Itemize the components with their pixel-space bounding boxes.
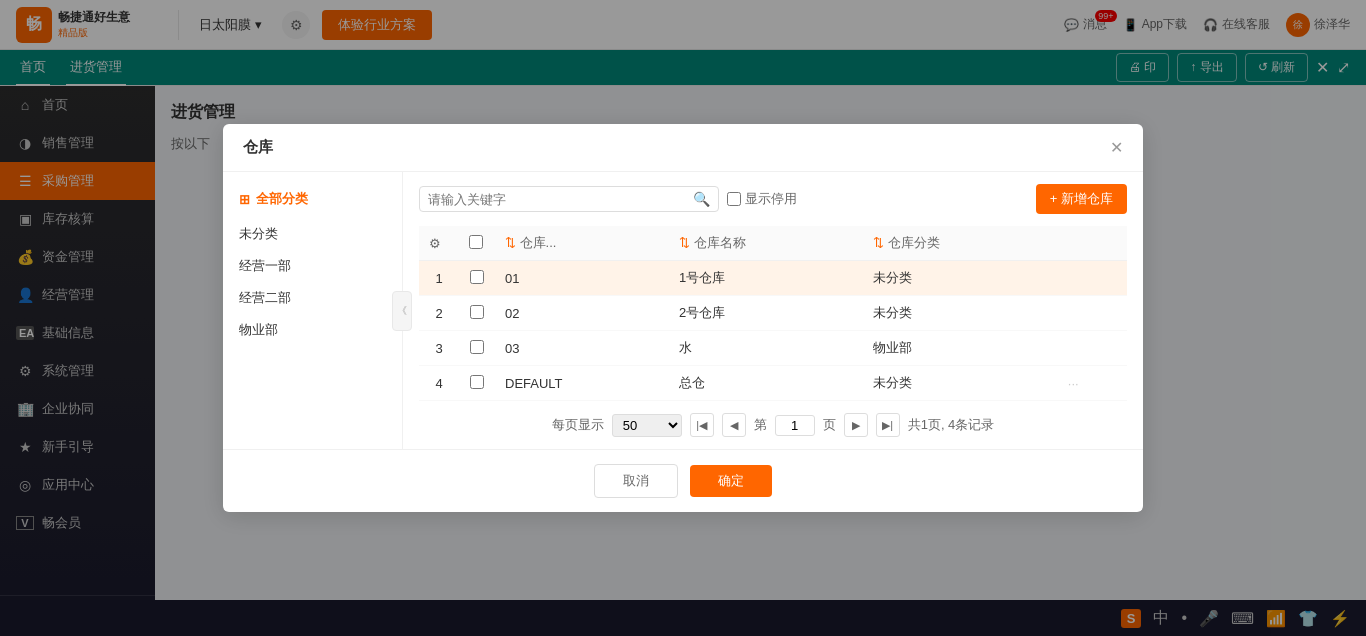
table-row[interactable]: 2 02 2号仓库 未分类	[419, 296, 1127, 331]
col-header-action	[1058, 226, 1127, 261]
row-category-2: 未分类	[863, 296, 1057, 331]
cancel-button[interactable]: 取消	[594, 464, 678, 498]
tree-header-label: 全部分类	[256, 190, 308, 208]
total-records: 共1页, 4条记录	[908, 416, 995, 434]
tree-item-property[interactable]: 物业部	[223, 314, 402, 346]
row-category-3: 物业部	[863, 331, 1057, 366]
next-page-button[interactable]: ▶	[844, 413, 868, 437]
row-num-3: 3	[419, 331, 459, 366]
pagination: 每页显示 50 100 |◀ ◀ 第 页 ▶ ▶| 共1页, 4条记录	[419, 413, 1127, 437]
row-num-4: 4	[419, 366, 459, 401]
col-header-code: ⇅ 仓库...	[495, 226, 669, 261]
table-header-row: ⚙ ⇅ 仓库... ⇅ 仓库名称 ⇅	[419, 226, 1127, 261]
table-row[interactable]: 3 03 水 物业部	[419, 331, 1127, 366]
show-disabled-checkbox[interactable]	[727, 192, 741, 206]
tree-item-ops1[interactable]: 经营一部	[223, 250, 402, 282]
select-all-checkbox[interactable]	[469, 235, 483, 249]
row-name-3: 水	[669, 331, 863, 366]
modal-body: ⊞ 全部分类 未分类 经营一部 经营二部 物业部 《	[223, 172, 1143, 449]
col-header-category: ⇅ 仓库分类	[863, 226, 1057, 261]
row-check-2[interactable]	[459, 296, 495, 331]
tree-collapse-button[interactable]: 《	[392, 291, 412, 331]
warehouse-modal: 仓库 ✕ ⊞ 全部分类 未分类 经营一部 经营二部	[223, 124, 1143, 512]
search-icon[interactable]: 🔍	[693, 191, 710, 207]
row-checkbox-4[interactable]	[470, 375, 484, 389]
table-panel: 🔍 显示停用 + 新增仓库 ⚙ ⇅	[403, 172, 1143, 449]
row-code-3: 03	[495, 331, 669, 366]
table-row[interactable]: 4 DEFAULT 总仓 未分类 ···	[419, 366, 1127, 401]
row-category-1: 未分类	[863, 261, 1057, 296]
row-checkbox-2[interactable]	[470, 305, 484, 319]
modal-close-button[interactable]: ✕	[1110, 138, 1123, 157]
tree-header[interactable]: ⊞ 全部分类	[223, 184, 402, 218]
confirm-button[interactable]: 确定	[690, 465, 772, 497]
modal-title: 仓库	[243, 138, 273, 157]
modal-overlay[interactable]: 仓库 ✕ ⊞ 全部分类 未分类 经营一部 经营二部	[0, 0, 1366, 636]
row-action-3	[1058, 331, 1127, 366]
show-disabled-label[interactable]: 显示停用	[727, 190, 797, 208]
row-checkbox-1[interactable]	[470, 270, 484, 284]
tree-item-uncategorized[interactable]: 未分类	[223, 218, 402, 250]
row-action-2	[1058, 296, 1127, 331]
warehouse-table: ⚙ ⇅ 仓库... ⇅ 仓库名称 ⇅	[419, 226, 1127, 401]
search-box[interactable]: 🔍	[419, 186, 719, 212]
row-name-4: 总仓	[669, 366, 863, 401]
tree-grid-icon: ⊞	[239, 192, 250, 207]
sort-icon-code: ⇅	[505, 235, 516, 250]
row-action-4: ···	[1058, 366, 1127, 401]
row-category-4: 未分类	[863, 366, 1057, 401]
new-warehouse-button[interactable]: + 新增仓库	[1036, 184, 1127, 214]
row-code-1: 01	[495, 261, 669, 296]
row-name-1: 1号仓库	[669, 261, 863, 296]
sort-icon-name: ⇅	[679, 235, 690, 250]
col-header-gear: ⚙	[419, 226, 459, 261]
modal-header: 仓库 ✕	[223, 124, 1143, 172]
col-header-check	[459, 226, 495, 261]
row-check-1[interactable]	[459, 261, 495, 296]
modal-footer: 取消 确定	[223, 449, 1143, 512]
row-num-2: 2	[419, 296, 459, 331]
row-check-4[interactable]	[459, 366, 495, 401]
row-num-1: 1	[419, 261, 459, 296]
page-number-input[interactable]	[775, 415, 815, 436]
row-action-1	[1058, 261, 1127, 296]
row-checkbox-3[interactable]	[470, 340, 484, 354]
sort-icon-category: ⇅	[873, 235, 884, 250]
search-input[interactable]	[428, 192, 689, 207]
prev-page-button[interactable]: ◀	[722, 413, 746, 437]
page-label: 第	[754, 416, 767, 434]
category-tree-panel: ⊞ 全部分类 未分类 经营一部 经营二部 物业部 《	[223, 172, 403, 449]
row-check-3[interactable]	[459, 331, 495, 366]
last-page-button[interactable]: ▶|	[876, 413, 900, 437]
page-suffix: 页	[823, 416, 836, 434]
first-page-button[interactable]: |◀	[690, 413, 714, 437]
row-name-2: 2号仓库	[669, 296, 863, 331]
row-code-4: DEFAULT	[495, 366, 669, 401]
per-page-label: 每页显示	[552, 416, 604, 434]
row-code-2: 02	[495, 296, 669, 331]
col-header-name: ⇅ 仓库名称	[669, 226, 863, 261]
table-row[interactable]: 1 01 1号仓库 未分类	[419, 261, 1127, 296]
table-toolbar: 🔍 显示停用 + 新增仓库	[419, 184, 1127, 214]
per-page-select[interactable]: 50 100	[612, 414, 682, 437]
tree-item-ops2[interactable]: 经营二部	[223, 282, 402, 314]
